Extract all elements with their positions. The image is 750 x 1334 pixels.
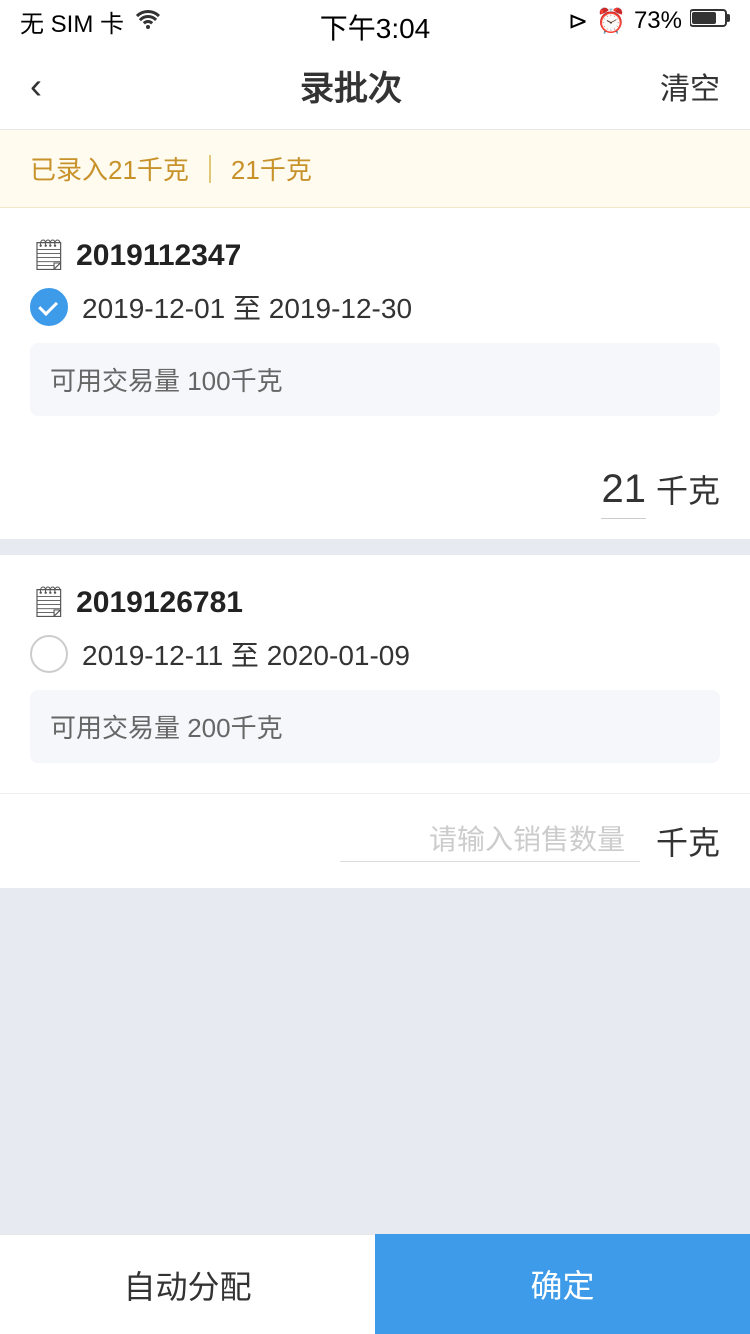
auto-distribute-button[interactable]: 自动分配	[0, 1234, 375, 1334]
content-area: 🗒 2019112347 2019-12-01 至 2019-12-30 可用交…	[0, 208, 750, 1288]
batch-1-icon: 🗒	[30, 238, 68, 273]
batch-2-quantity-input[interactable]	[340, 820, 640, 862]
carrier-label: 无 SIM 卡	[20, 4, 124, 39]
batch-2-id: 2019126781	[76, 586, 243, 620]
battery-icon	[690, 7, 730, 35]
summary-entered: 已录入21千克	[30, 150, 189, 187]
batch-2-radio[interactable]	[30, 635, 68, 673]
batch-1-value: 21	[601, 467, 646, 519]
alarm-icon: ⏰	[596, 7, 626, 36]
batch-1-unit: 千克	[656, 466, 720, 512]
summary-total: 21千克	[231, 150, 312, 187]
batch-2-header: 🗒 2019126781	[30, 585, 720, 620]
batch-2-unit: 千克	[656, 818, 720, 864]
confirm-button[interactable]: 确定	[375, 1234, 750, 1334]
batch-1-id: 2019112347	[76, 239, 241, 273]
batch-2-date-row: 2019-12-11 至 2020-01-09	[30, 634, 720, 674]
batch-card-1: 🗒 2019112347 2019-12-01 至 2019-12-30 可用交…	[0, 208, 750, 446]
section-divider	[0, 539, 750, 555]
clear-button[interactable]: 清空	[660, 64, 720, 108]
batch-card-2: 🗒 2019126781 2019-12-11 至 2020-01-09 可用交…	[0, 555, 750, 793]
batch-2-icon: 🗒	[30, 585, 68, 620]
summary-banner: 已录入21千克 21千克	[0, 130, 750, 208]
bottom-bar: 自动分配 确定	[0, 1234, 750, 1334]
page-title: 录批次	[300, 61, 402, 110]
batch-1-available: 可用交易量 100千克	[30, 343, 720, 416]
batch-1-value-row: 21 千克	[0, 446, 750, 539]
status-left: 无 SIM 卡	[20, 4, 162, 39]
battery-label: 73%	[634, 7, 682, 35]
batch-2-quantity-row: 千克	[0, 793, 750, 888]
gray-area	[0, 888, 750, 1288]
nav-bar: ‹ 录批次 清空	[0, 42, 750, 130]
batch-1-date-row: 2019-12-01 至 2019-12-30	[30, 287, 720, 327]
status-bar: 无 SIM 卡 下午3:04 ⊳ ⏰ 73%	[0, 0, 750, 42]
summary-divider	[209, 155, 211, 183]
batch-2-available: 可用交易量 200千克	[30, 690, 720, 763]
batch-1-date: 2019-12-01 至 2019-12-30	[82, 287, 412, 327]
batch-2-date: 2019-12-11 至 2020-01-09	[82, 634, 410, 674]
status-right: ⊳ ⏰ 73%	[568, 7, 730, 36]
back-button[interactable]: ‹	[30, 65, 42, 107]
wifi-icon	[134, 7, 162, 36]
status-time: 下午3:04	[320, 7, 431, 47]
batch-1-radio[interactable]	[30, 288, 68, 326]
batch-1-header: 🗒 2019112347	[30, 238, 720, 273]
location-icon: ⊳	[568, 7, 588, 36]
